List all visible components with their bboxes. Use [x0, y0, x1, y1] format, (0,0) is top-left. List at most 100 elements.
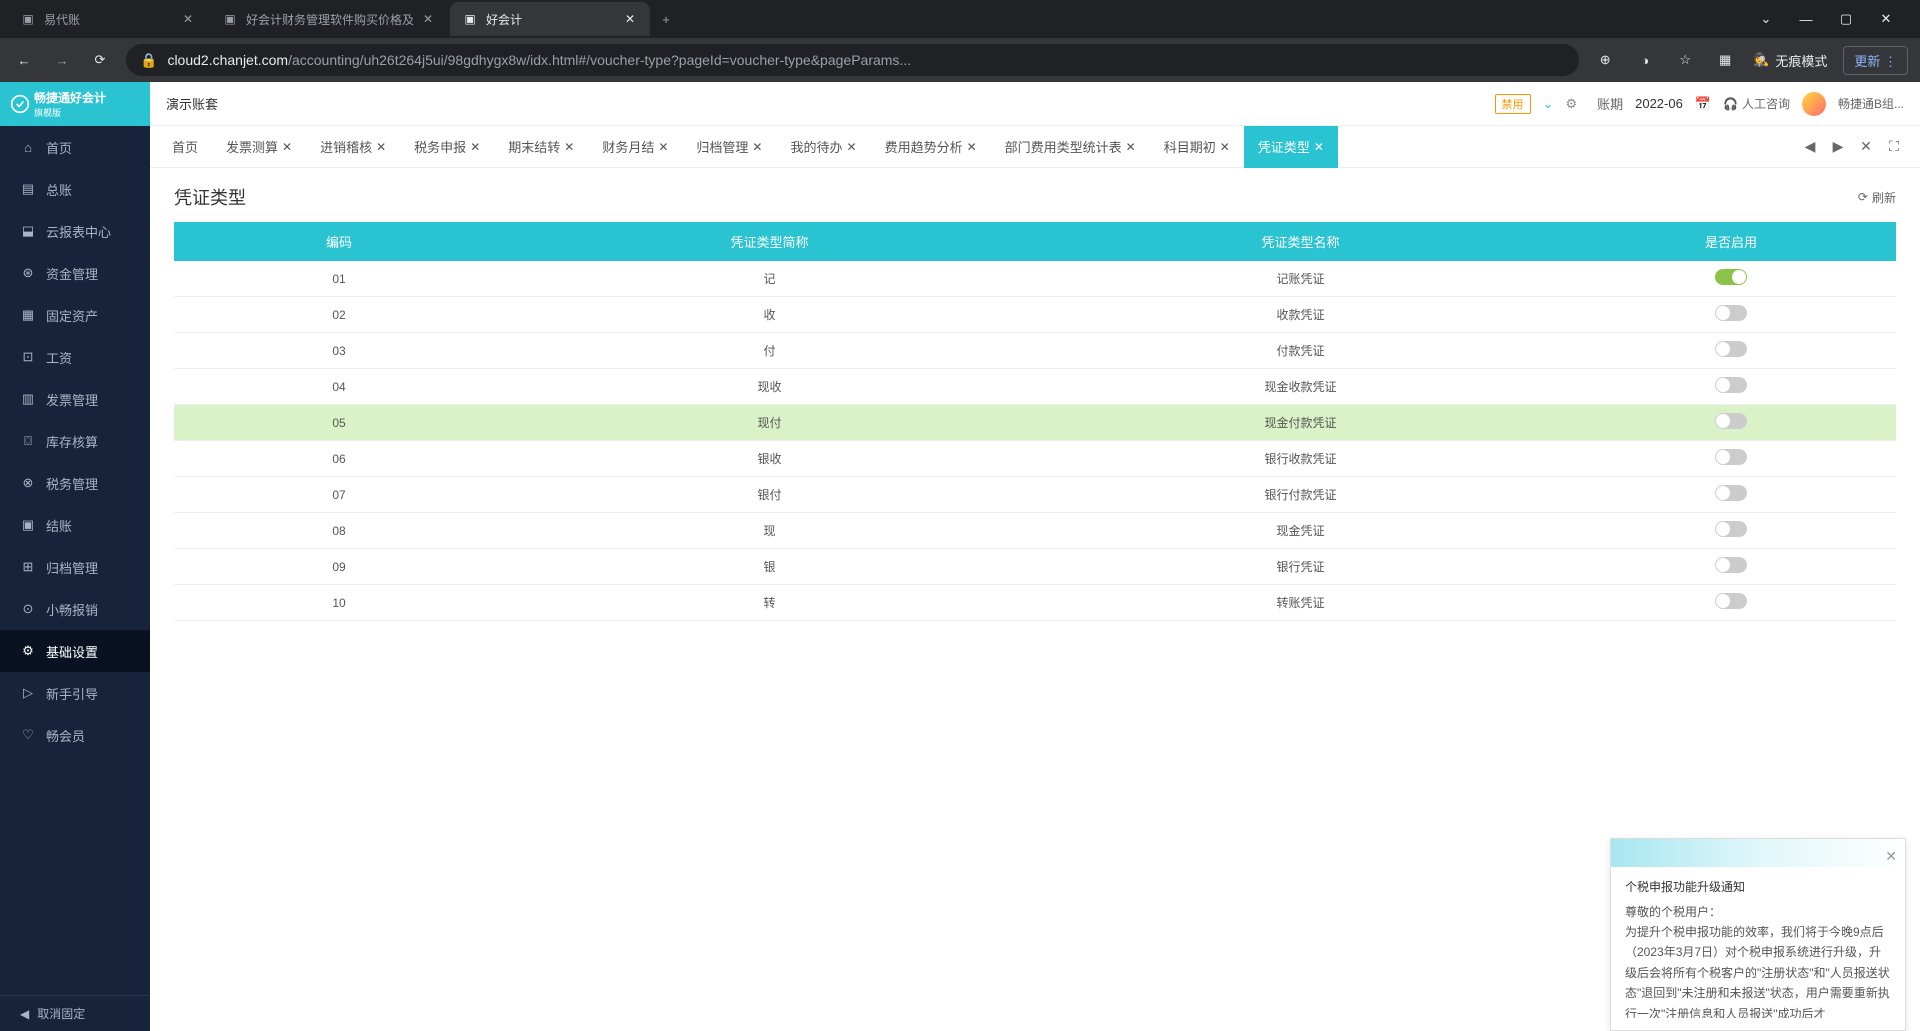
cell-short: 付 — [504, 333, 1035, 369]
tab-close-icon[interactable]: ✕ — [622, 11, 638, 27]
maximize-button[interactable]: ▢ — [1836, 9, 1856, 29]
back-button[interactable]: ← — [12, 48, 36, 72]
forward-button[interactable]: → — [50, 48, 74, 72]
refresh-button[interactable]: ⟳ 刷新 — [1858, 189, 1896, 206]
page-tab-2[interactable]: 进销稽核✕ — [306, 126, 400, 168]
page-tab-close-icon[interactable]: ✕ — [967, 140, 977, 154]
page-tab-close-icon[interactable]: ✕ — [752, 140, 762, 154]
page-tab-9[interactable]: 部门费用类型统计表✕ — [991, 126, 1150, 168]
sidebar-item-report[interactable]: ⊙小畅报销 — [0, 588, 150, 630]
sidebar-item-ledger[interactable]: ▤总账 — [0, 168, 150, 210]
browser-tab-1[interactable]: ▣好会计财务管理软件购买价格及✕ — [210, 2, 448, 36]
enable-toggle[interactable] — [1715, 449, 1747, 465]
sidebar: 畅捷通好会计 旗舰版 ⌂首页▤总账⬓云报表中心⊛资金管理▦固定资产⊡工资▥发票管… — [0, 82, 150, 1031]
enable-toggle[interactable] — [1715, 377, 1747, 393]
username: 畅捷通B组... — [1838, 95, 1904, 112]
tabs-fullscreen-button[interactable]: ⛶ — [1884, 137, 1904, 157]
sidebar-item-archive[interactable]: ⊞归档管理 — [0, 546, 150, 588]
enable-toggle[interactable] — [1715, 593, 1747, 609]
extension-icon[interactable]: ◑ — [1633, 48, 1657, 72]
browser-tab-0[interactable]: ▣易代账✕ — [8, 2, 208, 36]
minimize-button[interactable]: — — [1796, 9, 1816, 29]
cell-name: 现金凭证 — [1035, 513, 1566, 549]
vip-icon: ♡ — [20, 727, 36, 743]
sidebar-item-invoice[interactable]: ▥发票管理 — [0, 378, 150, 420]
reload-button[interactable]: ⟳ — [88, 48, 112, 72]
pin-toggle[interactable]: ◀ 取消固定 — [0, 995, 150, 1031]
page-tab-close-icon[interactable]: ✕ — [376, 140, 386, 154]
enable-toggle[interactable] — [1715, 305, 1747, 321]
sidebar-item-stock[interactable]: ⌼库存核算 — [0, 420, 150, 462]
tabs-close-all-button[interactable]: ✕ — [1856, 137, 1876, 157]
notice-panel: ✕ 个税申报功能升级通知 尊敬的个税用户： 为提升个税申报功能的效率，我们将于今… — [1610, 838, 1906, 1031]
user-avatar[interactable] — [1802, 92, 1826, 116]
lock-icon: 🔒 — [140, 52, 157, 69]
sidebar-item-close-book[interactable]: ▣结账 — [0, 504, 150, 546]
page-tab-0[interactable]: 首页 — [158, 126, 212, 168]
page-tab-7[interactable]: 我的待办✕ — [776, 126, 870, 168]
tab-close-icon[interactable]: ✕ — [180, 11, 196, 27]
enable-toggle[interactable] — [1715, 521, 1747, 537]
page-tab-label: 财务月结 — [602, 137, 654, 156]
page-tab-1[interactable]: 发票测算✕ — [212, 126, 306, 168]
page-tab-close-icon[interactable]: ✕ — [658, 140, 668, 154]
notice-close-button[interactable]: ✕ — [1885, 845, 1897, 869]
page-tab-close-icon[interactable]: ✕ — [282, 140, 292, 154]
url-input[interactable]: 🔒 cloud2.chanjet.com/accounting/uh26t264… — [126, 44, 1579, 76]
cell-enable — [1566, 549, 1896, 585]
table-row: 05 现付 现金付款凭证 — [174, 405, 1896, 441]
page-tab-label: 科目期初 — [1164, 137, 1216, 156]
page-tab-close-icon[interactable]: ✕ — [1314, 140, 1324, 154]
consult-link[interactable]: 🎧 人工咨询 — [1723, 95, 1790, 112]
calendar-icon[interactable]: 📅 — [1695, 96, 1711, 112]
sidebar-item-home[interactable]: ⌂首页 — [0, 126, 150, 168]
tabs-next-button[interactable]: ▶ — [1828, 137, 1848, 157]
page-tab-8[interactable]: 费用趋势分析✕ — [871, 126, 991, 168]
update-button[interactable]: 更新 ⋮ — [1843, 46, 1908, 75]
enable-toggle[interactable] — [1715, 413, 1747, 429]
browser-tab-2[interactable]: ▣好会计✕ — [450, 2, 650, 36]
cell-code: 02 — [174, 297, 504, 333]
sidebar-item-asset[interactable]: ▦固定资产 — [0, 294, 150, 336]
enable-toggle[interactable] — [1715, 269, 1747, 285]
table-row: 08 现 现金凭证 — [174, 513, 1896, 549]
tab-close-icon[interactable]: ✕ — [420, 11, 436, 27]
sidebar-item-settings[interactable]: ⚙基础设置 — [0, 630, 150, 672]
account-dropdown[interactable]: ⌄ — [1543, 96, 1554, 112]
page-tab-6[interactable]: 归档管理✕ — [682, 126, 776, 168]
page-tab-close-icon[interactable]: ✕ — [470, 140, 480, 154]
bookmark-icon[interactable]: ☆ — [1673, 48, 1697, 72]
page-tab-11[interactable]: 凭证类型✕ — [1244, 126, 1338, 168]
cell-code: 06 — [174, 441, 504, 477]
cell-code: 07 — [174, 477, 504, 513]
extensions-icon[interactable]: ▦ — [1713, 48, 1737, 72]
enable-toggle[interactable] — [1715, 341, 1747, 357]
settings-icon[interactable]: ⚙ — [1565, 96, 1577, 112]
page-tab-5[interactable]: 财务月结 ✕ — [588, 126, 682, 168]
sidebar-item-label: 库存核算 — [46, 432, 98, 451]
new-tab-button[interactable]: + — [652, 5, 680, 33]
close-window-button[interactable]: ✕ — [1876, 9, 1896, 29]
sidebar-item-salary[interactable]: ⊡工资 — [0, 336, 150, 378]
page-tab-close-icon[interactable]: ✕ — [847, 140, 857, 154]
sidebar-item-vip[interactable]: ♡畅会员 — [0, 714, 150, 756]
enable-toggle[interactable] — [1715, 485, 1747, 501]
page-tab-4[interactable]: 期末结转✕ — [494, 126, 588, 168]
sidebar-item-tax[interactable]: ⊗税务管理 — [0, 462, 150, 504]
tabs-prev-button[interactable]: ◀ — [1800, 137, 1820, 157]
disable-badge: 禁用 — [1495, 94, 1531, 114]
sidebar-item-guide[interactable]: ▷新手引导 — [0, 672, 150, 714]
sidebar-item-money[interactable]: ⊛资金管理 — [0, 252, 150, 294]
sidebar-item-chart[interactable]: ⬓云报表中心 — [0, 210, 150, 252]
window-dropdown-icon[interactable]: ⌄ — [1756, 9, 1776, 29]
page-tab-3[interactable]: 税务申报✕ — [400, 126, 494, 168]
cell-short: 现 — [504, 513, 1035, 549]
pin-label: 取消固定 — [37, 1005, 85, 1022]
zoom-icon[interactable]: ⊕ — [1593, 48, 1617, 72]
page-tab-close-icon[interactable]: ✕ — [1220, 140, 1230, 154]
page-tab-close-icon[interactable]: ✕ — [564, 140, 574, 154]
page-tab-10[interactable]: 科目期初 ✕ — [1150, 126, 1244, 168]
enable-toggle[interactable] — [1715, 557, 1747, 573]
page-tab-close-icon[interactable]: ✕ — [1126, 140, 1136, 154]
page-tabs-bar: 首页发票测算✕进销稽核✕税务申报✕期末结转✕财务月结✕归档管理✕我的待办✕费用趋… — [150, 126, 1920, 168]
